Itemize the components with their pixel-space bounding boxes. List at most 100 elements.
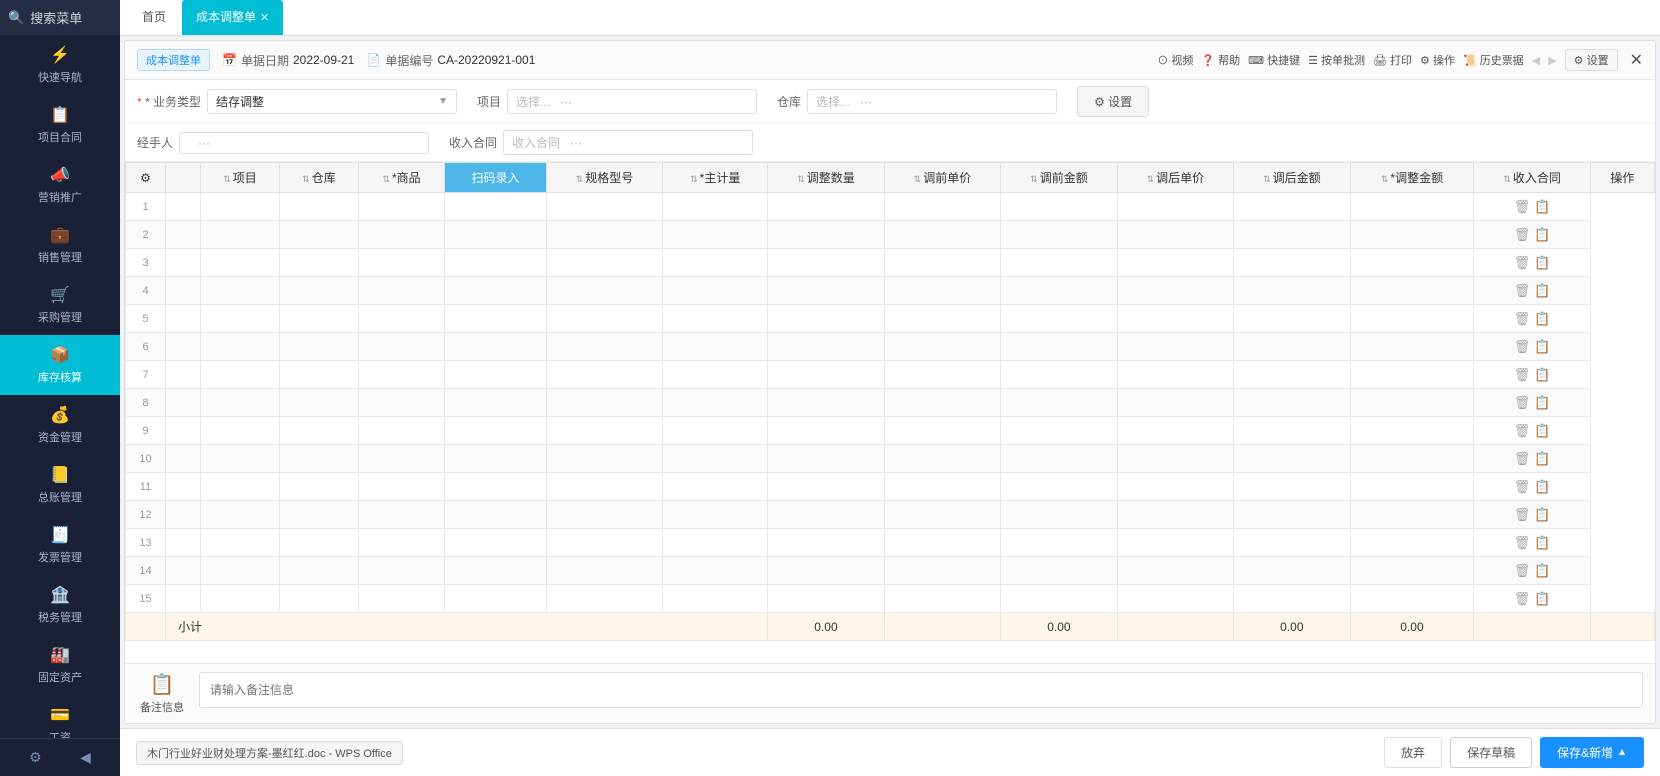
cell-1-6[interactable] [663, 193, 768, 221]
cell-8-2[interactable] [279, 389, 358, 417]
cell-10-8[interactable] [884, 445, 1000, 473]
cell-3-9[interactable] [1001, 249, 1117, 277]
cell-10-9[interactable] [1001, 445, 1117, 473]
delete-icon-3[interactable]: 🗑 [1514, 255, 1531, 271]
cell-14-8[interactable] [884, 557, 1000, 585]
cell-9-7[interactable] [768, 417, 884, 445]
tab-cost-adjust[interactable]: 成本调整单✕ [182, 0, 283, 35]
cell-6-3[interactable] [358, 333, 444, 361]
cell-12-3[interactable] [358, 501, 444, 529]
cell-12-5[interactable] [546, 501, 662, 529]
cell-10-12[interactable] [1350, 445, 1474, 473]
cell-6-11[interactable] [1234, 333, 1350, 361]
cell-7-4[interactable] [445, 361, 547, 389]
cell-1-12[interactable] [1350, 193, 1474, 221]
cell-4-8[interactable] [884, 277, 1000, 305]
cell-15-12[interactable] [1350, 585, 1474, 613]
cell-8-7[interactable] [768, 389, 884, 417]
cell-14-5[interactable] [546, 557, 662, 585]
copy-icon-9[interactable]: 📋 [1534, 423, 1550, 439]
cell-14-11[interactable] [1234, 557, 1350, 585]
cell-12-6[interactable] [663, 501, 768, 529]
cell-15-3[interactable] [358, 585, 444, 613]
cell-4-4[interactable] [445, 277, 547, 305]
cell-3-0[interactable] [166, 249, 201, 277]
cell-12-0[interactable] [166, 501, 201, 529]
delete-icon-13[interactable]: 🗑 [1514, 535, 1531, 551]
settings-button[interactable]: ⚙ 设置 [1565, 49, 1618, 71]
cell-3-6[interactable] [663, 249, 768, 277]
cell-7-6[interactable] [663, 361, 768, 389]
cell-9-4[interactable] [445, 417, 547, 445]
cell-13-8[interactable] [884, 529, 1000, 557]
cell-2-10[interactable] [1117, 221, 1233, 249]
cell-8-9[interactable] [1001, 389, 1117, 417]
cell-11-12[interactable] [1350, 473, 1474, 501]
remarks-input[interactable] [199, 672, 1643, 708]
copy-icon-7[interactable]: 📋 [1534, 367, 1550, 383]
delete-icon-4[interactable]: 🗑 [1514, 283, 1531, 299]
cell-8-5[interactable] [546, 389, 662, 417]
cell-5-7[interactable] [768, 305, 884, 333]
cell-5-3[interactable] [358, 305, 444, 333]
cell-6-8[interactable] [884, 333, 1000, 361]
delete-icon-15[interactable]: 🗑 [1514, 591, 1531, 607]
cell-14-9[interactable] [1001, 557, 1117, 585]
cell-2-1[interactable] [201, 221, 280, 249]
cell-11-10[interactable] [1117, 473, 1233, 501]
cell-13-6[interactable] [663, 529, 768, 557]
sidebar-item-capital-mgmt[interactable]: 💰资金管理 [0, 395, 120, 455]
cell-6-1[interactable] [201, 333, 280, 361]
cell-10-4[interactable] [445, 445, 547, 473]
sidebar-item-tax-mgmt[interactable]: 🏦税务管理 [0, 575, 120, 635]
cell-10-0[interactable] [166, 445, 201, 473]
cell-11-5[interactable] [546, 473, 662, 501]
cell-4-11[interactable] [1234, 277, 1350, 305]
cell-14-12[interactable] [1350, 557, 1474, 585]
form-settings-button[interactable]: ⚙ 设置 [1077, 86, 1149, 117]
delete-icon-9[interactable]: 🗑 [1514, 423, 1531, 439]
ops-action[interactable]: ⚙ 操作 [1420, 52, 1455, 68]
cell-5-6[interactable] [663, 305, 768, 333]
delete-icon-14[interactable]: 🗑 [1514, 563, 1531, 579]
batch-action[interactable]: ☰ 按单批测 [1308, 52, 1365, 68]
cell-5-0[interactable] [166, 305, 201, 333]
cell-2-12[interactable] [1350, 221, 1474, 249]
cell-9-5[interactable] [546, 417, 662, 445]
warehouse-input[interactable]: 选择... ··· [807, 89, 1057, 114]
cell-4-12[interactable] [1350, 277, 1474, 305]
cell-13-0[interactable] [166, 529, 201, 557]
remarks-icon-area[interactable]: 📋 备注信息 [137, 672, 187, 715]
delete-icon-11[interactable]: 🗑 [1514, 479, 1531, 495]
cell-2-7[interactable] [768, 221, 884, 249]
cell-9-0[interactable] [166, 417, 201, 445]
cell-1-4[interactable] [445, 193, 547, 221]
business-type-input[interactable]: 结存调整 ▼ [207, 89, 457, 114]
cell-6-2[interactable] [279, 333, 358, 361]
cell-5-11[interactable] [1234, 305, 1350, 333]
cell-2-9[interactable] [1001, 221, 1117, 249]
help-action[interactable]: ❓ 帮助 [1201, 52, 1240, 68]
cell-2-8[interactable] [884, 221, 1000, 249]
cell-3-3[interactable] [358, 249, 444, 277]
cell-7-8[interactable] [884, 361, 1000, 389]
cell-15-0[interactable] [166, 585, 201, 613]
cell-5-1[interactable] [201, 305, 280, 333]
cell-14-1[interactable] [201, 557, 280, 585]
cell-7-11[interactable] [1234, 361, 1350, 389]
cell-14-4[interactable] [445, 557, 547, 585]
settings-icon[interactable]: ⚙ [29, 749, 42, 766]
cell-3-5[interactable] [546, 249, 662, 277]
cell-2-0[interactable] [166, 221, 201, 249]
cell-7-12[interactable] [1350, 361, 1474, 389]
cell-5-9[interactable] [1001, 305, 1117, 333]
cell-6-4[interactable] [445, 333, 547, 361]
cell-15-6[interactable] [663, 585, 768, 613]
cell-5-2[interactable] [279, 305, 358, 333]
cell-14-3[interactable] [358, 557, 444, 585]
close-panel-button[interactable]: ✕ [1630, 50, 1643, 70]
copy-icon-8[interactable]: 📋 [1534, 395, 1550, 411]
cell-15-2[interactable] [279, 585, 358, 613]
cell-11-2[interactable] [279, 473, 358, 501]
cell-11-6[interactable] [663, 473, 768, 501]
